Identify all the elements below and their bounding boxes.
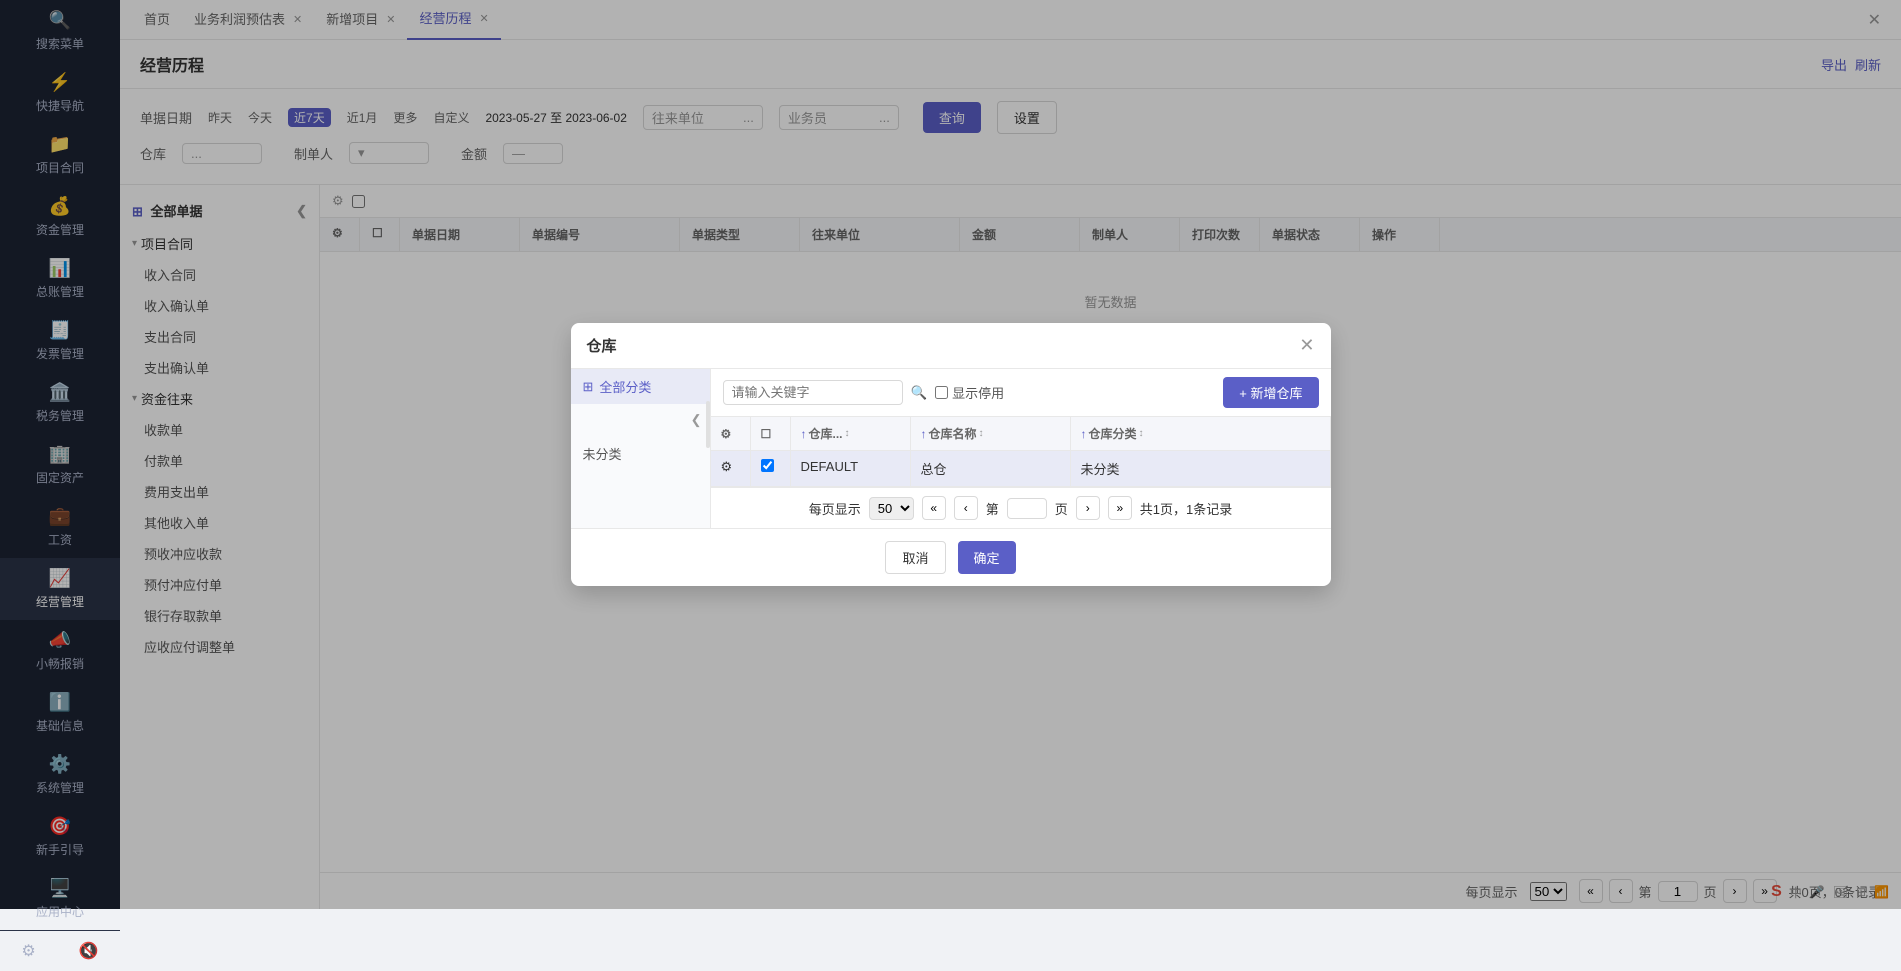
dialog-per-page-select[interactable]: 50 — [869, 497, 914, 520]
collapse-icon: ❮ — [691, 412, 702, 428]
dialog-nav-all[interactable]: ⊞ 全部分类 — [571, 369, 710, 404]
dialog-left-scrollbar — [706, 401, 710, 449]
dialog-total-label: 共1页，1条记录 — [1140, 499, 1232, 518]
dialog-th-code-sort-icon: ↕ — [845, 428, 850, 439]
settings-icon[interactable]: ⚙ — [21, 941, 35, 961]
dialog-search-input[interactable] — [723, 380, 903, 405]
dialog-body: ⊞ 全部分类 ❮ 未分类 🔍 显示停 — [571, 369, 1331, 528]
dialog-cancel-btn[interactable]: 取消 — [885, 541, 945, 574]
show-disabled-checkbox[interactable] — [935, 386, 948, 399]
dialog-first-page-btn[interactable]: « — [922, 496, 946, 520]
dialog-th-checkbox-icon: ☐ — [761, 427, 772, 441]
dialog-th-settings: ⚙ — [711, 417, 751, 450]
dialog-right-toolbar: 🔍 显示停用 + 新增仓库 — [711, 369, 1331, 417]
volume-icon[interactable]: 🔇 — [79, 941, 99, 961]
dialog-th-cat-sort-icon: ↕ — [1139, 428, 1144, 439]
show-disabled-label[interactable]: 显示停用 — [935, 383, 1004, 402]
dialog-td-code-1: DEFAULT — [791, 451, 911, 486]
dialog-th-category: ↑ 仓库分类 ↕ — [1071, 417, 1331, 450]
dialog-nav-collapse[interactable]: ❮ — [571, 404, 710, 436]
dialog-th-cat-sort-asc: ↑ — [1081, 427, 1087, 441]
dialog-th-gear-icon: ⚙ — [721, 427, 732, 441]
dialog-table-header: ⚙ ☐ ↑ 仓库... ↕ ↑ 仓库名称 ↕ — [711, 417, 1331, 451]
dialog-confirm-btn[interactable]: 确定 — [958, 541, 1016, 574]
dialog-actions: 取消 确定 — [571, 528, 1331, 586]
dialog-td-settings-1: ⚙ — [711, 451, 751, 486]
dialog-td-category-1: 未分类 — [1071, 451, 1331, 486]
dialog-page-input[interactable]: 1 — [1007, 498, 1047, 519]
dialog-prev-page-btn[interactable]: ‹ — [954, 496, 978, 520]
dialog-pagination: 每页显示 50 « ‹ 第 1 页 › » 共1页，1条记录 — [711, 487, 1331, 528]
dialog-table-row-1[interactable]: ⚙ DEFAULT 总仓 未分类 — [711, 451, 1331, 487]
warehouse-dialog: 仓库 ✕ ⊞ 全部分类 ❮ 未分类 — [571, 323, 1331, 586]
dialog-th-select: ☐ — [751, 417, 791, 450]
dialog-td-select-1[interactable] — [751, 451, 791, 486]
dialog-overlay: 仓库 ✕ ⊞ 全部分类 ❮ 未分类 — [0, 0, 1901, 909]
dialog-header: 仓库 ✕ — [571, 323, 1331, 369]
dialog-td-name-1: 总仓 — [911, 451, 1071, 486]
dialog-th-code-sort-asc: ↑ — [801, 427, 807, 441]
dialog-nav-unclassified[interactable]: 未分类 — [571, 436, 710, 471]
dialog-search-btn[interactable]: 🔍 — [911, 385, 928, 401]
grid-icon: ⊞ — [583, 379, 594, 395]
dialog-last-page-btn[interactable]: » — [1108, 496, 1132, 520]
row-gear-icon: ⚙ — [721, 459, 733, 474]
dialog-right: 🔍 显示停用 + 新增仓库 ⚙ ☐ ↑ — [711, 369, 1331, 528]
dialog-th-name: ↑ 仓库名称 ↕ — [911, 417, 1071, 450]
dialog-close-btn[interactable]: ✕ — [1299, 335, 1314, 356]
dialog-next-page-btn[interactable]: › — [1076, 496, 1100, 520]
dialog-page-label: 页 — [1055, 499, 1068, 518]
dialog-page-label-prefix: 第 — [986, 499, 999, 518]
add-warehouse-btn[interactable]: + 新增仓库 — [1223, 377, 1318, 408]
dialog-row-checkbox-1[interactable] — [761, 459, 774, 472]
dialog-left-nav: ⊞ 全部分类 ❮ 未分类 — [571, 369, 711, 528]
sidebar-bottom: ⚙ 🔇 — [0, 930, 120, 971]
dialog-title: 仓库 — [587, 335, 617, 356]
dialog-th-name-sort-asc: ↑ — [921, 427, 927, 441]
dialog-th-name-sort-icon: ↕ — [979, 428, 984, 439]
dialog-per-page-label: 每页显示 — [809, 499, 861, 518]
dialog-th-code: ↑ 仓库... ↕ — [791, 417, 911, 450]
